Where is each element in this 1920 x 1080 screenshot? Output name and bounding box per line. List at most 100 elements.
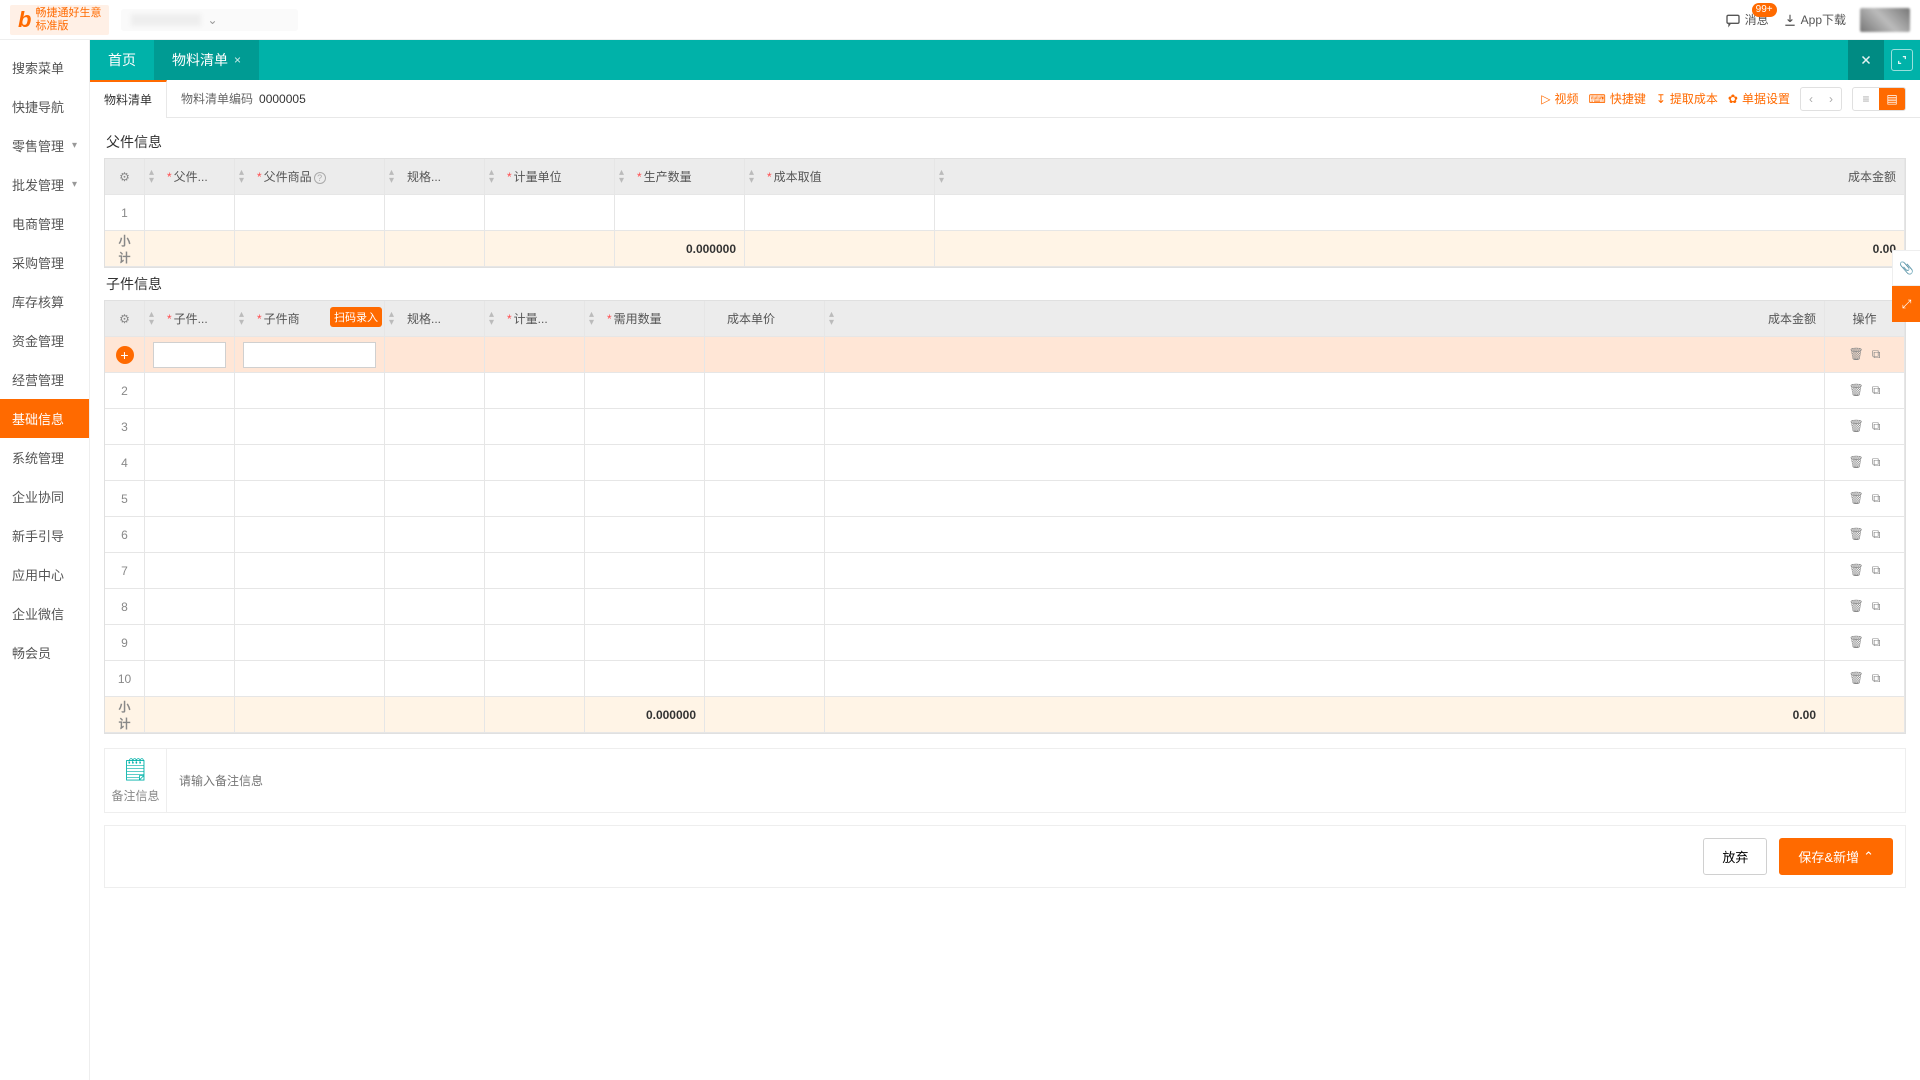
child-row[interactable]: 8🗑⧉ xyxy=(105,589,1905,625)
sidebar-item[interactable]: 经营管理 xyxy=(0,360,89,399)
scan-entry-badge[interactable]: 扫码录入 xyxy=(330,307,382,327)
col-parent-unit[interactable]: 计量单位 xyxy=(493,170,562,184)
sheet-settings-link[interactable]: ✿单据设置 xyxy=(1728,90,1790,107)
messages-button[interactable]: 消息 99+ xyxy=(1725,11,1769,28)
sidebar-item[interactable]: 搜索菜单 xyxy=(0,48,89,87)
col-child-cost-amt[interactable]: 成本金额 xyxy=(1768,310,1816,327)
child-product-input[interactable] xyxy=(243,342,376,368)
col-child-price[interactable]: 成本单价 xyxy=(713,312,775,326)
extract-cost-link[interactable]: ↧提取成本 xyxy=(1656,90,1718,107)
sidebar-item[interactable]: 企业协同 xyxy=(0,477,89,516)
delete-row-icon[interactable]: 🗑 xyxy=(1849,347,1864,361)
copy-row-icon[interactable]: ⧉ xyxy=(1872,491,1881,505)
add-row-button[interactable]: + xyxy=(116,346,134,364)
col-child-code[interactable]: 子件... xyxy=(153,312,208,326)
sidebar-item[interactable]: 系统管理 xyxy=(0,438,89,477)
delete-row-icon[interactable]: 🗑 xyxy=(1849,635,1864,649)
col-parent-spec[interactable]: 规格... xyxy=(393,170,441,184)
avatar[interactable] xyxy=(1860,8,1910,32)
child-row[interactable]: 2🗑⧉ xyxy=(105,373,1905,409)
discard-button[interactable]: 放弃 xyxy=(1703,838,1767,875)
copy-row-icon[interactable]: ⧉ xyxy=(1872,671,1881,685)
tab-home[interactable]: 首页 xyxy=(90,40,154,80)
sidebar-item[interactable]: 快捷导航 xyxy=(0,87,89,126)
sidebar-item[interactable]: 资金管理 xyxy=(0,321,89,360)
help-icon[interactable]: ? xyxy=(314,172,326,184)
copy-row-icon[interactable]: ⧉ xyxy=(1872,419,1881,433)
child-row[interactable]: 3🗑⧉ xyxy=(105,409,1905,445)
delete-row-icon[interactable]: 🗑 xyxy=(1849,563,1864,577)
delete-row-icon[interactable]: 🗑 xyxy=(1849,671,1864,685)
col-child-spec[interactable]: 规格... xyxy=(393,312,441,326)
col-child-product[interactable]: 子件商 xyxy=(243,312,300,326)
view-list-icon[interactable]: ≡ xyxy=(1853,88,1879,110)
sort-icon[interactable]: ▴▾ xyxy=(589,311,594,327)
tab-close-all-button[interactable] xyxy=(1848,40,1884,80)
sidebar-item[interactable]: 应用中心 xyxy=(0,555,89,594)
child-row-active[interactable]: + 🗑 ⧉ xyxy=(105,337,1905,373)
sort-icon[interactable]: ▴▾ xyxy=(239,311,244,327)
sidebar-item[interactable]: 批发管理▾ xyxy=(0,165,89,204)
pager-prev[interactable]: ‹ xyxy=(1801,88,1821,110)
delete-row-icon[interactable]: 🗑 xyxy=(1849,383,1864,397)
remark-input[interactable] xyxy=(167,749,1905,812)
tab-expand-button[interactable] xyxy=(1884,40,1920,80)
sidebar-item[interactable]: 企业微信 xyxy=(0,594,89,633)
col-parent-code[interactable]: 父件... xyxy=(153,170,208,184)
col-parent-product[interactable]: 父件商品? xyxy=(243,170,326,184)
close-icon[interactable]: × xyxy=(234,53,241,67)
video-link[interactable]: ▷视频 xyxy=(1541,90,1578,107)
sort-icon[interactable]: ▴▾ xyxy=(749,169,754,185)
sort-icon[interactable]: ▴▾ xyxy=(239,169,244,185)
grid-settings-button[interactable]: ⚙ xyxy=(105,301,145,337)
col-parent-qty[interactable]: 生产数量 xyxy=(623,170,692,184)
delete-row-icon[interactable]: 🗑 xyxy=(1849,455,1864,469)
copy-row-icon[interactable]: ⧉ xyxy=(1872,527,1881,541)
col-parent-cost-amt[interactable]: 成本金额 xyxy=(1848,168,1896,185)
sidebar-item[interactable]: 电商管理 xyxy=(0,204,89,243)
copy-row-icon[interactable]: ⧉ xyxy=(1872,455,1881,469)
copy-row-icon[interactable]: ⧉ xyxy=(1872,599,1881,613)
copy-row-icon[interactable]: ⧉ xyxy=(1872,347,1881,361)
dock-expand-button[interactable]: ⤢ xyxy=(1892,286,1920,322)
col-child-qty[interactable]: 需用数量 xyxy=(593,312,662,326)
shortcut-link[interactable]: ⌨快捷键 xyxy=(1589,90,1646,107)
sort-icon[interactable]: ▴▾ xyxy=(829,311,834,327)
sidebar-item[interactable]: 基础信息 xyxy=(0,399,89,438)
copy-row-icon[interactable]: ⧉ xyxy=(1872,635,1881,649)
grid-settings-button[interactable]: ⚙ xyxy=(105,159,145,195)
org-switcher[interactable]: ⌄ xyxy=(121,9,297,31)
sidebar-item[interactable]: 新手引导 xyxy=(0,516,89,555)
subtab-bom[interactable]: 物料清单 xyxy=(90,80,167,118)
child-row[interactable]: 7🗑⧉ xyxy=(105,553,1905,589)
sort-icon[interactable]: ▴▾ xyxy=(389,311,394,327)
child-row[interactable]: 4🗑⧉ xyxy=(105,445,1905,481)
child-row[interactable]: 10🗑⧉ xyxy=(105,661,1905,697)
col-child-unit[interactable]: 计量... xyxy=(493,312,548,326)
save-and-new-button[interactable]: 保存&新增 ⌃ xyxy=(1779,838,1893,875)
sidebar-item[interactable]: 库存核算 xyxy=(0,282,89,321)
sort-icon[interactable]: ▴▾ xyxy=(389,169,394,185)
delete-row-icon[interactable]: 🗑 xyxy=(1849,527,1864,541)
delete-row-icon[interactable]: 🗑 xyxy=(1849,491,1864,505)
sidebar-item[interactable]: 采购管理 xyxy=(0,243,89,282)
sort-icon[interactable]: ▴▾ xyxy=(489,169,494,185)
sort-icon[interactable]: ▴▾ xyxy=(149,169,154,185)
child-code-input[interactable] xyxy=(153,342,226,368)
sidebar-item[interactable]: 零售管理▾ xyxy=(0,126,89,165)
child-row[interactable]: 5🗑⧉ xyxy=(105,481,1905,517)
child-row[interactable]: 9🗑⧉ xyxy=(105,625,1905,661)
pager-next[interactable]: › xyxy=(1821,88,1841,110)
sidebar-item[interactable]: 畅会员 xyxy=(0,633,89,672)
parent-row[interactable]: 1 xyxy=(105,195,1905,231)
copy-row-icon[interactable]: ⧉ xyxy=(1872,563,1881,577)
sort-icon[interactable]: ▴▾ xyxy=(939,169,944,185)
copy-row-icon[interactable]: ⧉ xyxy=(1872,383,1881,397)
sort-icon[interactable]: ▴▾ xyxy=(619,169,624,185)
col-parent-cost-src[interactable]: 成本取值 xyxy=(753,170,822,184)
sort-icon[interactable]: ▴▾ xyxy=(149,311,154,327)
child-row[interactable]: 6🗑⧉ xyxy=(105,517,1905,553)
view-card-icon[interactable]: ▤ xyxy=(1879,88,1905,110)
sort-icon[interactable]: ▴▾ xyxy=(489,311,494,327)
app-download-button[interactable]: App下载 xyxy=(1783,11,1846,28)
